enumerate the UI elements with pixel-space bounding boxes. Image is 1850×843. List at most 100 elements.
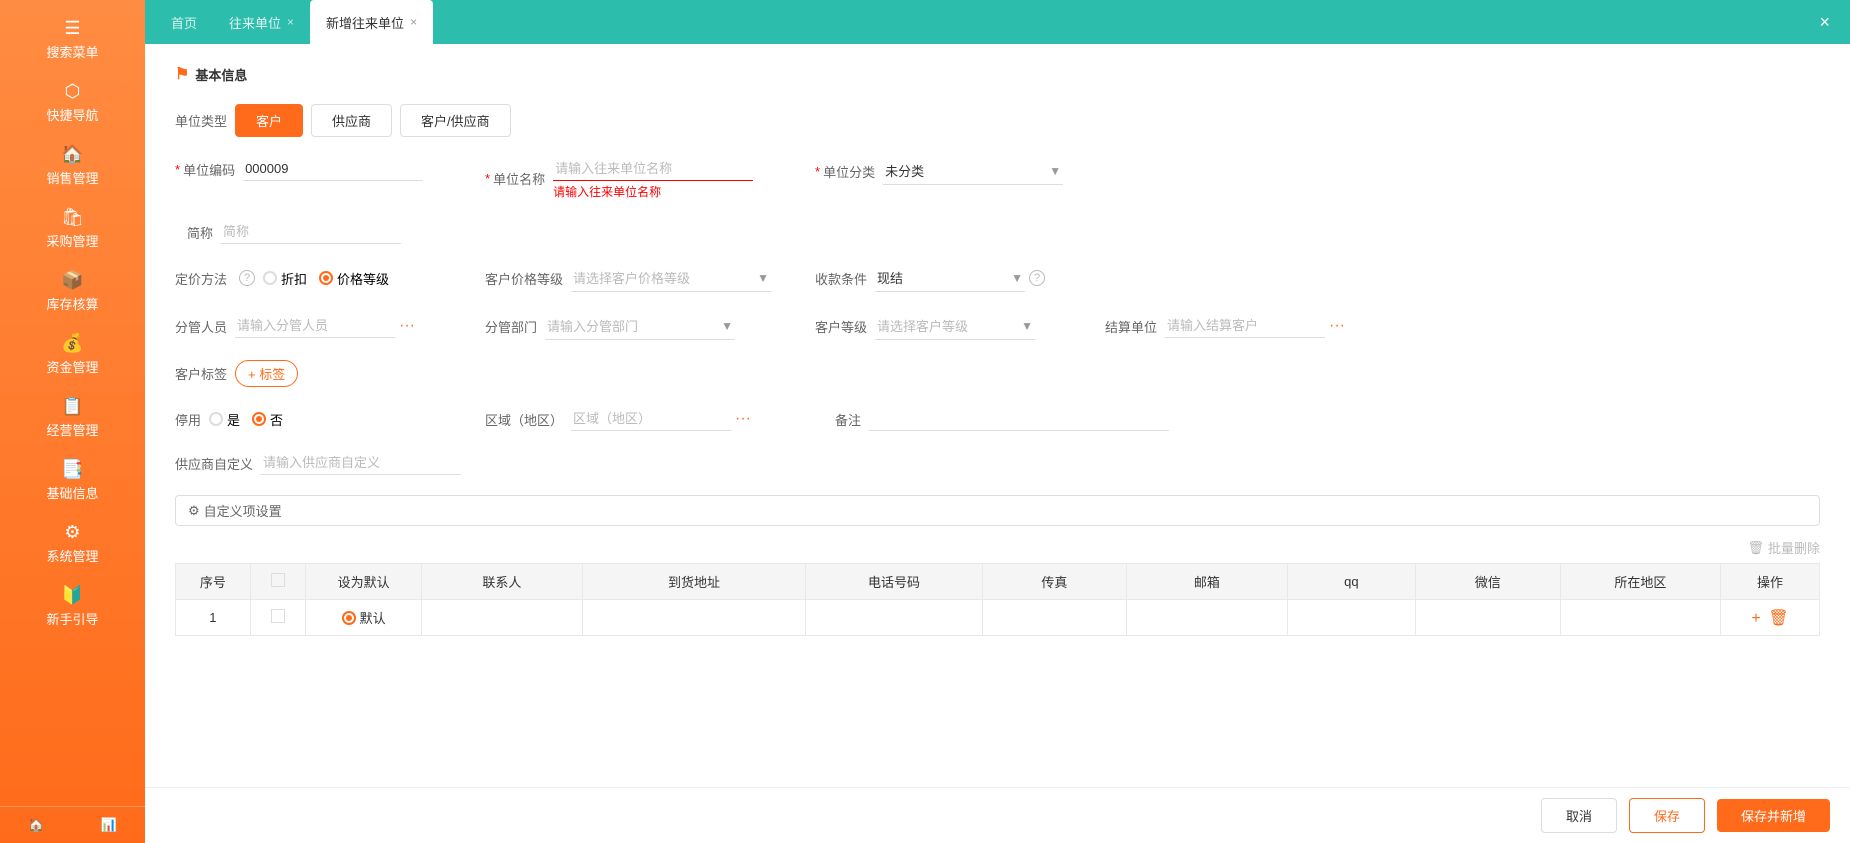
unit-name-input[interactable] [553, 157, 753, 181]
td-index: 1 [176, 600, 251, 636]
save-new-button[interactable]: 保存并新增 [1717, 799, 1830, 832]
contact-input[interactable] [462, 606, 542, 629]
supplier-custom-input[interactable] [261, 451, 461, 475]
remark-input[interactable] [869, 407, 1169, 431]
pricing-level-radio[interactable]: 价格等级 [319, 269, 389, 288]
address-input[interactable] [634, 606, 754, 629]
td-qq[interactable] [1287, 600, 1416, 636]
td-region[interactable] [1560, 600, 1720, 636]
region-table-input[interactable] [1600, 606, 1680, 629]
footer: 取消 保存 保存并新增 [145, 787, 1850, 843]
type-btn-both[interactable]: 客户/供应商 [400, 104, 511, 137]
pricing-method-label: 定价方法 [175, 269, 227, 288]
header-checkbox[interactable] [271, 573, 285, 587]
disabled-no-radio[interactable]: 否 [252, 410, 283, 429]
td-email[interactable] [1127, 600, 1287, 636]
row-checkbox[interactable] [271, 609, 285, 623]
payment-help-icon[interactable]: ? [1029, 270, 1045, 286]
add-tag-button[interactable]: + 标签 [235, 360, 298, 387]
region-input[interactable] [571, 407, 731, 431]
sidebar-item-purchase[interactable]: 🛍 采购管理 [0, 197, 145, 260]
th-qq: qq [1287, 564, 1416, 600]
basic-icon: 📑 [61, 459, 83, 480]
sidebar-item-search[interactable]: ☰ 搜索菜单 [0, 8, 145, 71]
batch-delete-label[interactable]: 批量删除 [1768, 538, 1820, 557]
sidebar-bottom-bar[interactable]: 📊 [101, 817, 117, 833]
sidebar-item-basic[interactable]: 📑 基础信息 [0, 449, 145, 512]
table-row: 1 默认 [176, 600, 1820, 636]
disabled-field: 停用 是 否 [175, 410, 455, 429]
sales-icon: 🏠 [61, 144, 83, 165]
td-fax[interactable] [982, 600, 1127, 636]
tab-contacts-close[interactable]: × [287, 15, 294, 29]
purchase-icon: 🛍 [61, 207, 84, 228]
settlement-unit-label: 结算单位 [1105, 317, 1157, 336]
disabled-radio-group: 是 否 [209, 410, 283, 429]
unit-code-input[interactable] [243, 157, 423, 181]
sidebar-item-system-label: 系统管理 [46, 546, 98, 565]
qq-input[interactable] [1321, 606, 1381, 629]
custom-settings-button[interactable]: ⚙ 自定义项设置 [175, 495, 1820, 526]
settlement-unit-input[interactable] [1165, 314, 1325, 338]
customer-price-level-select[interactable]: 请选择客户价格等级 ▼ [571, 264, 771, 292]
sidebar-item-finance[interactable]: 💰 资金管理 [0, 323, 145, 386]
row-add-button[interactable]: + [1751, 610, 1760, 627]
td-contact[interactable] [422, 600, 582, 636]
td-phone[interactable] [806, 600, 982, 636]
pricing-discount-radio[interactable]: 折扣 [263, 269, 307, 288]
customer-tag-field: 客户标签 + 标签 [175, 360, 298, 387]
row-delete-button[interactable]: 🗑 [1768, 610, 1788, 627]
pricing-help-icon[interactable]: ? [239, 270, 255, 286]
settlement-more-icon[interactable]: ··· [1329, 317, 1345, 335]
th-region: 所在地区 [1560, 564, 1720, 600]
pricing-row: 定价方法 ? 折扣 价格等级 客户价格等级 请选择客户价格等级 [175, 264, 1820, 292]
payment-terms-select[interactable]: 现结 ▼ [875, 264, 1025, 292]
cancel-button[interactable]: 取消 [1541, 798, 1617, 833]
sidebar-item-sales[interactable]: 🏠 销售管理 [0, 134, 145, 197]
region-more-icon[interactable]: ··· [735, 410, 751, 428]
email-input[interactable] [1167, 606, 1247, 629]
td-wechat[interactable] [1416, 600, 1561, 636]
td-checkbox [250, 600, 306, 636]
manager-input[interactable] [235, 314, 395, 338]
th-default: 设为默认 [306, 564, 422, 600]
type-btn-supplier[interactable]: 供应商 [311, 104, 392, 137]
unit-type-row: 单位类型 客户 供应商 客户/供应商 [175, 104, 1820, 137]
th-index: 序号 [176, 564, 251, 600]
disabled-yes-radio[interactable]: 是 [209, 410, 240, 429]
td-address[interactable] [582, 600, 806, 636]
tab-new-contact-label: 新增往来单位 [326, 13, 404, 32]
manager-more-icon[interactable]: ··· [399, 317, 415, 335]
td-actions: + 🗑 [1721, 600, 1820, 636]
fax-input[interactable] [1019, 606, 1089, 629]
tab-home[interactable]: 首页 [155, 0, 213, 44]
manager-row: 分管人员 ··· 分管部门 请输入分管部门 ▼ 客户等级 请选择客户等级 ▼ [175, 312, 1820, 340]
wechat-input[interactable] [1453, 606, 1523, 629]
shortname-input[interactable] [221, 220, 401, 244]
tab-contacts-label: 往来单位 [229, 13, 281, 32]
department-placeholder: 请输入分管部门 [547, 316, 638, 335]
tab-new-contact[interactable]: 新增往来单位 × [310, 0, 433, 44]
settlement-unit-field: 结算单位 ··· [1105, 314, 1345, 338]
sidebar-item-inventory[interactable]: 📦 库存核算 [0, 260, 145, 323]
row-default-radio[interactable]: 默认 [316, 608, 411, 627]
pricing-level-label: 价格等级 [337, 269, 389, 288]
sidebar-item-system[interactable]: ⚙ 系统管理 [0, 512, 145, 575]
sidebar-bottom-home[interactable]: 🏠 [28, 817, 44, 833]
unit-code-label: 单位编码 [183, 160, 235, 179]
tab-new-contact-close[interactable]: × [410, 15, 417, 29]
main: 首页 往来单位 × 新增往来单位 × × ⚑ 基本信息 单位类型 客户 供应商 … [145, 0, 1850, 843]
customer-level-select[interactable]: 请选择客户等级 ▼ [875, 312, 1035, 340]
window-close-button[interactable]: × [1809, 12, 1840, 33]
sidebar-item-operation[interactable]: 📋 经营管理 [0, 386, 145, 449]
department-select[interactable]: 请输入分管部门 ▼ [545, 312, 735, 340]
sidebar-item-shortcut[interactable]: ⬡ 快捷导航 [0, 71, 145, 134]
unit-category-select[interactable]: 未分类 ▼ [883, 157, 1063, 185]
save-button[interactable]: 保存 [1629, 798, 1705, 833]
customer-level-chevron-icon: ▼ [1021, 319, 1033, 333]
type-btn-customer[interactable]: 客户 [235, 104, 303, 137]
sidebar-item-guide[interactable]: 🔰 新手引导 [0, 575, 145, 638]
phone-input[interactable] [849, 606, 939, 629]
payment-terms-label: 收款条件 [815, 269, 867, 288]
tab-contacts[interactable]: 往来单位 × [213, 0, 310, 44]
